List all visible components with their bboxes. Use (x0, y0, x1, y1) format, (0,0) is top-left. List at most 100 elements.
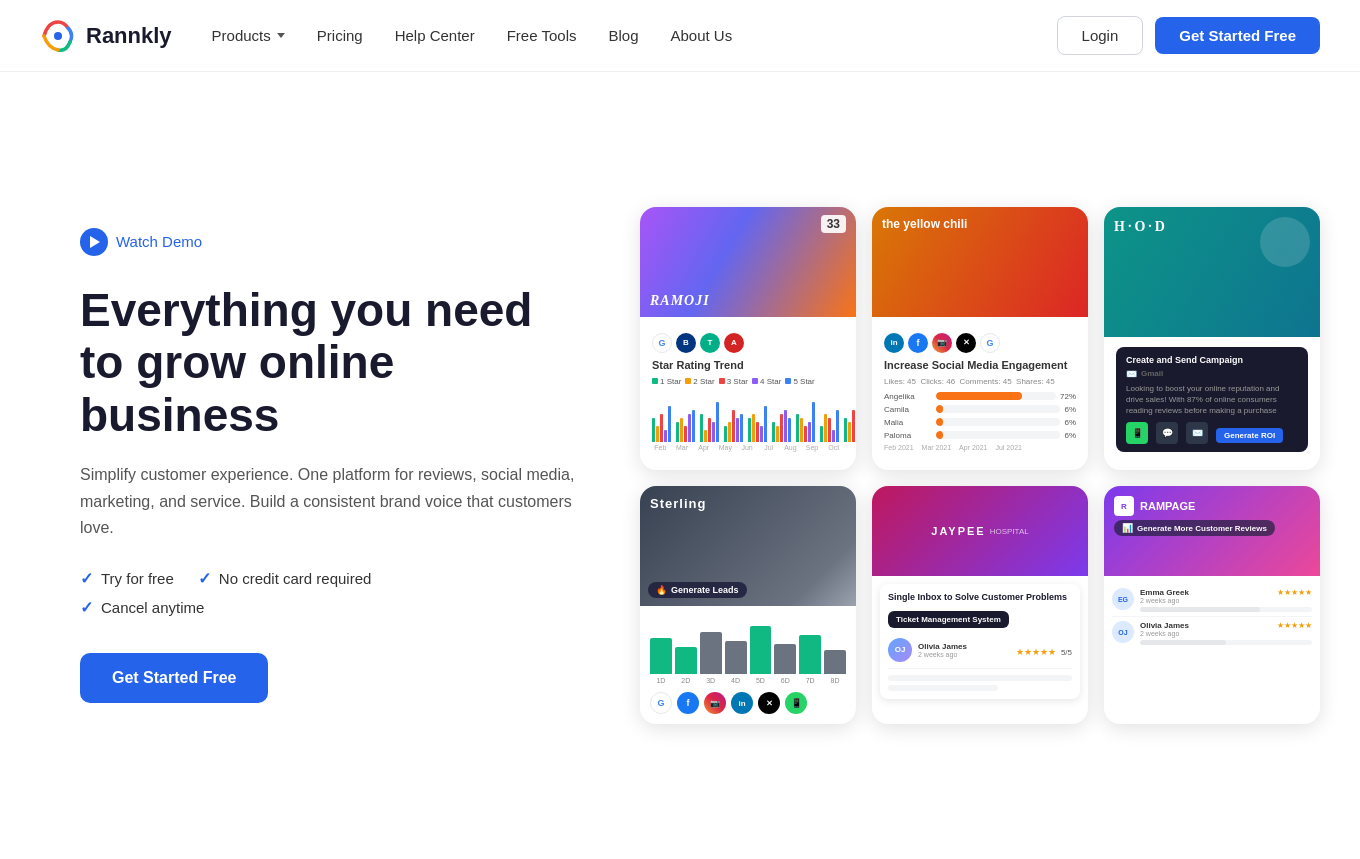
hod-card-body: Create and Send Campaign ✉️ Gmail Lookin… (1104, 337, 1320, 471)
placeholder-bar-2 (888, 685, 998, 691)
campaign-box: Create and Send Campaign ✉️ Gmail Lookin… (1116, 347, 1308, 453)
check-cancel: ✓ Cancel anytime (80, 598, 204, 617)
reviewer-time-1: 2 weeks ago (918, 651, 967, 658)
nav-links: Products Pricing Help Center Free Tools … (212, 27, 733, 44)
card-rampage: R RAMPAGE 📊 Generate More Customer Revie… (1104, 486, 1320, 724)
nav-help-center[interactable]: Help Center (395, 27, 475, 44)
reviewer-info-1: Olivia James 2 weeks ago (918, 642, 967, 658)
instagram-icon-2: 📷 (704, 692, 726, 714)
nav-about-us[interactable]: About Us (671, 27, 733, 44)
navbar-right: Login Get Started Free (1057, 16, 1320, 55)
inbox-title: Single Inbox to Solve Customer Problems (888, 592, 1072, 604)
svg-point-0 (54, 32, 62, 40)
rampage-review-1: EG Emma Greek ★★★★★ 2 weeks ago (1112, 584, 1312, 617)
jaypee-subtitle: HOSPITAL (990, 527, 1029, 536)
jaypee-brand: JAYPEE (931, 525, 985, 537)
card-sterling: Sterling 🔥 Generate Leads 1D2D3D4D5D6D7D… (640, 486, 856, 724)
sterling-brand: Sterling (650, 496, 706, 511)
logo[interactable]: Rannkly (40, 18, 172, 54)
whatsapp-icon-2: 📱 (785, 692, 807, 714)
logo-icon (40, 18, 76, 54)
checkmark-icon-3: ✓ (80, 598, 93, 617)
nav-cta-button[interactable]: Get Started Free (1155, 17, 1320, 54)
reviewer-avatar-1: OJ (888, 638, 912, 662)
review-bar-2 (1140, 640, 1312, 645)
bar-row-malia: Malia 6% (884, 418, 1076, 427)
review-avatar-1: EG (1112, 588, 1134, 610)
review-avatar-2: OJ (1112, 621, 1134, 643)
leads-x-labels: 1D2D3D4D5D6D7D8D (650, 677, 846, 684)
flame-icon: 🔥 (656, 585, 667, 595)
star-rating-chart (652, 392, 844, 442)
sterling-social-icons: G f 📷 in ✕ 📱 (650, 692, 846, 714)
yelp-icon: A (724, 333, 744, 353)
chart-x-labels: FebMarAprMayJunJulAugSepOct (652, 444, 844, 451)
review-name-1: Emma Greek (1140, 588, 1189, 597)
facebook-icon: f (908, 333, 928, 353)
review-content-2: Olivia James ★★★★★ 2 weeks ago (1140, 621, 1312, 645)
check-row-2: ✓ Cancel anytime (80, 598, 600, 617)
hero-checks: ✓ Try for free ✓ No credit card required… (80, 569, 600, 617)
engagement-bars: Angelika 72% Camila 6% Malia 6% (884, 392, 1076, 440)
hod-brand: H·O·D (1114, 217, 1168, 235)
hero-cards-grid: 33 RAMOJI G B T A Star Rating Trend 1 St… (640, 207, 1320, 725)
check-row-1: ✓ Try for free ✓ No credit card required (80, 569, 600, 588)
review-stars-1: ★★★★★ (1277, 588, 1312, 597)
divider (888, 668, 1072, 669)
navbar-left: Rannkly Products Pricing Help Center Fre… (40, 18, 732, 54)
checkmark-icon: ✓ (80, 569, 93, 588)
rampage-logo-box: R (1114, 496, 1134, 516)
ramoji-num: 33 (821, 215, 846, 233)
nav-pricing[interactable]: Pricing (317, 27, 363, 44)
gmail-body-text: Looking to boost your online reputation … (1126, 383, 1298, 417)
navbar: Rannkly Products Pricing Help Center Fre… (0, 0, 1360, 72)
twitter-icon: ✕ (956, 333, 976, 353)
rating-stars-1: ★★★★★ 5/5 (1016, 641, 1072, 659)
nav-blog[interactable]: Blog (608, 27, 638, 44)
linkedin-icon: in (884, 333, 904, 353)
rampage-review-2: OJ Olivia James ★★★★★ 2 weeks ago (1112, 617, 1312, 649)
linkedin-icon-2: in (731, 692, 753, 714)
nav-free-tools[interactable]: Free Tools (507, 27, 577, 44)
rampage-brand-row: R RAMPAGE (1114, 496, 1195, 516)
watch-demo-button[interactable]: Watch Demo (80, 228, 202, 256)
rampage-brand: RAMPAGE (1140, 500, 1195, 512)
yellowchili-social-icons: in f 📷 ✕ G (884, 333, 1076, 353)
review-bar-fill-2 (1140, 640, 1226, 645)
review-content-1: Emma Greek ★★★★★ 2 weeks ago (1140, 588, 1312, 612)
action-icons: 📱 💬 ✉️ Generate ROI (1126, 422, 1298, 444)
legend-4star: 4 Star (752, 377, 781, 386)
booking-icon: B (676, 333, 696, 353)
sterling-card-body: 1D2D3D4D5D6D7D8D G f 📷 in ✕ 📱 (640, 606, 856, 724)
login-button[interactable]: Login (1057, 16, 1144, 55)
hero-headline: Everything you need to grow online busin… (80, 284, 600, 443)
card-jaypee: JAYPEE HOSPITAL Single Inbox to Solve Cu… (872, 486, 1088, 724)
whatsapp-icon: 📱 (1126, 422, 1148, 444)
hero-cta-button[interactable]: Get Started Free (80, 653, 268, 703)
social-stats: Likes: 45 Clicks: 46 Comments: 45 Shares… (884, 377, 1076, 386)
campaign-title: Create and Send Campaign (1126, 355, 1298, 365)
google-icon: G (652, 333, 672, 353)
facebook-icon-2: f (677, 692, 699, 714)
review-bar-1 (1140, 607, 1312, 612)
hero-left: Watch Demo Everything you need to grow o… (80, 228, 600, 704)
hero-subtext: Simplify customer experience. One platfo… (80, 462, 600, 541)
yellowchili-card-body: in f 📷 ✕ G Increase Social Media Engagem… (872, 317, 1088, 463)
review-time-2: 2 weeks ago (1140, 630, 1312, 637)
brand-name: Rannkly (86, 23, 172, 49)
legend-2star: 2 Star (685, 377, 714, 386)
review-bar-fill-1 (1140, 607, 1260, 612)
chevron-down-icon (277, 33, 285, 38)
hero-section: Watch Demo Everything you need to grow o… (0, 72, 1360, 859)
legend-1star: 1 Star (652, 377, 681, 386)
legend-3star: 3 Star (719, 377, 748, 386)
check-try-free: ✓ Try for free (80, 569, 174, 588)
nav-products[interactable]: Products (212, 27, 285, 44)
rampage-header: R RAMPAGE 📊 Generate More Customer Revie… (1104, 486, 1320, 576)
message-icon: 💬 (1156, 422, 1178, 444)
card-ramoji: 33 RAMOJI G B T A Star Rating Trend 1 St… (640, 207, 856, 471)
tripadvisor-icon: T (700, 333, 720, 353)
generate-reviews-label: Generate More Customer Reviews (1137, 524, 1267, 533)
ramoji-brand: RAMOJI (650, 293, 710, 309)
bar-row-angelika: Angelika 72% (884, 392, 1076, 401)
